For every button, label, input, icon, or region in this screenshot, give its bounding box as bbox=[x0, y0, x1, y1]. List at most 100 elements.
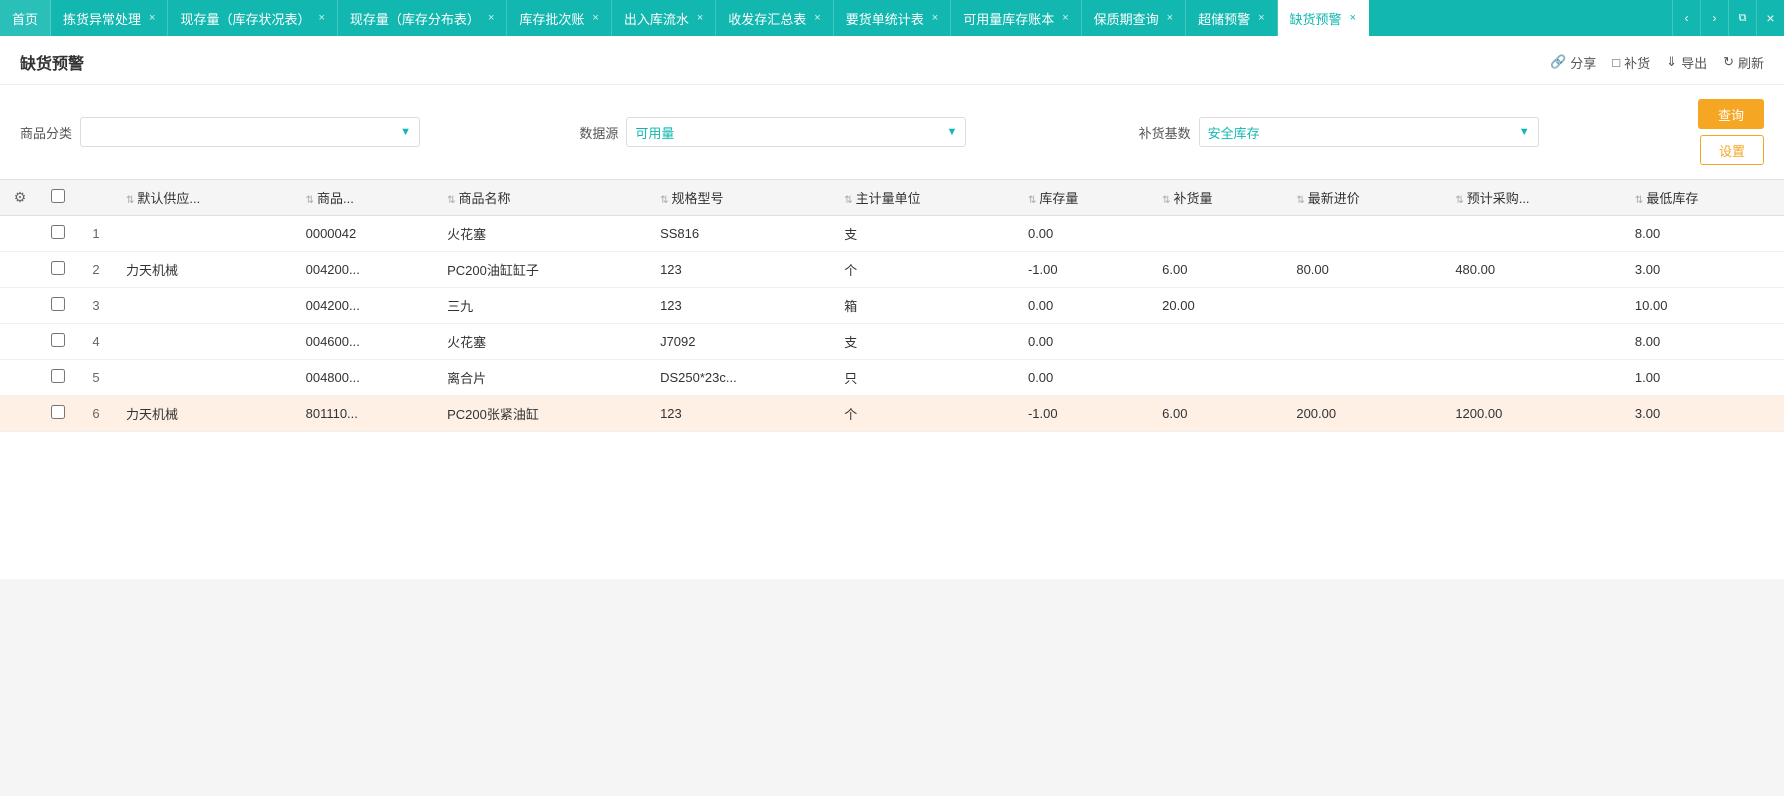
row-replenish-0 bbox=[1152, 216, 1286, 252]
row-stock-4: 0.00 bbox=[1018, 360, 1152, 396]
nav-tab-0[interactable]: 首页 bbox=[0, 0, 51, 36]
datasource-select[interactable]: 可用量 ▼ bbox=[626, 117, 966, 147]
nav-tab-close-icon[interactable]: × bbox=[1167, 12, 1173, 24]
nav-restore-btn[interactable]: ⧉ bbox=[1728, 0, 1756, 36]
nav-tab-1[interactable]: 拣货异常处理× bbox=[51, 0, 168, 36]
table-row: 4 004600... 火花塞 J7092 支 0.00 8.00 bbox=[0, 324, 1784, 360]
col-spec-header[interactable]: ⇅规格型号 bbox=[650, 180, 834, 216]
nav-tab-label: 超储预警 bbox=[1198, 9, 1250, 28]
col-est-purchase-header[interactable]: ⇅预计采购... bbox=[1445, 180, 1625, 216]
table-row: 6 力天机械 801110... PC200张紧油缸 123 个 -1.00 6… bbox=[0, 396, 1784, 432]
row-latest-price-4 bbox=[1286, 360, 1445, 396]
nav-tab-9[interactable]: 保质期查询 × bbox=[1082, 0, 1186, 36]
page-header: 缺货预警 🔗 分享 □ 补货 ⇓ 导出 ↻ 刷新 bbox=[0, 36, 1784, 85]
col-unit-header[interactable]: ⇅主计量单位 bbox=[834, 180, 1018, 216]
row-checkbox-col-4 bbox=[40, 360, 76, 396]
col-replenish-qty-header[interactable]: ⇅补货量 bbox=[1152, 180, 1286, 216]
nav-tab-close-icon[interactable]: × bbox=[1350, 12, 1356, 24]
row-gear-3 bbox=[0, 324, 40, 360]
category-label: 商品分类 bbox=[20, 123, 72, 142]
nav-tab-8[interactable]: 可用量库存账本× bbox=[951, 0, 1081, 36]
export-button[interactable]: ⇓ 导出 bbox=[1666, 53, 1707, 72]
nav-tab-3[interactable]: 现存量（库存分布表） × bbox=[338, 0, 507, 36]
refresh-button[interactable]: ↻ 刷新 bbox=[1723, 53, 1764, 72]
settings-button[interactable]: 设置 bbox=[1700, 135, 1764, 165]
nav-tab-6[interactable]: 收发存汇总表× bbox=[716, 0, 833, 36]
row-name-2: 三九 bbox=[437, 288, 650, 324]
row-est-purchase-5: 1200.00 bbox=[1445, 396, 1625, 432]
row-checkbox-0[interactable] bbox=[51, 225, 65, 239]
col-rownum-header bbox=[76, 180, 116, 216]
nav-tab-10[interactable]: 超储预警 × bbox=[1186, 0, 1277, 36]
row-replenish-1: 6.00 bbox=[1152, 252, 1286, 288]
row-num-5: 6 bbox=[76, 396, 116, 432]
nav-close-btn[interactable]: × bbox=[1756, 0, 1784, 36]
row-replenish-2: 20.00 bbox=[1152, 288, 1286, 324]
row-checkbox-2[interactable] bbox=[51, 297, 65, 311]
col-product-name-header[interactable]: ⇅商品名称 bbox=[437, 180, 650, 216]
select-all-checkbox[interactable] bbox=[51, 189, 65, 203]
row-name-5: PC200张紧油缸 bbox=[437, 396, 650, 432]
row-stock-3: 0.00 bbox=[1018, 324, 1152, 360]
row-stock-5: -1.00 bbox=[1018, 396, 1152, 432]
query-button[interactable]: 查询 bbox=[1698, 99, 1764, 129]
row-checkbox-5[interactable] bbox=[51, 405, 65, 419]
row-num-4: 5 bbox=[76, 360, 116, 396]
nav-prev-arrow[interactable]: ‹ bbox=[1672, 0, 1700, 36]
col-latest-price-header[interactable]: ⇅最新进价 bbox=[1286, 180, 1445, 216]
data-table: ⚙ ⇅默认供应... ⇅商品... ⇅商品名称 bbox=[0, 179, 1784, 432]
nav-tab-label: 要货单统计表 bbox=[846, 9, 924, 28]
col-min-stock-header[interactable]: ⇅最低库存 bbox=[1625, 180, 1784, 216]
nav-tab-close-icon[interactable]: × bbox=[318, 12, 324, 24]
replenish-button[interactable]: □ 补货 bbox=[1612, 53, 1650, 72]
nav-tab-label: 现存量（库存状况表） bbox=[180, 9, 310, 28]
nav-tab-4[interactable]: 库存批次账× bbox=[507, 0, 611, 36]
replenish-base-select[interactable]: 安全库存 ▼ bbox=[1199, 117, 1539, 147]
row-num-3: 4 bbox=[76, 324, 116, 360]
table-row: 1 0000042 火花塞 SS816 支 0.00 8.00 bbox=[0, 216, 1784, 252]
row-code-3: 004600... bbox=[296, 324, 437, 360]
replenish-icon: □ bbox=[1612, 55, 1620, 70]
row-checkbox-4[interactable] bbox=[51, 369, 65, 383]
top-nav: 首页拣货异常处理×现存量（库存状况表）×现存量（库存分布表）×库存批次账×出入库… bbox=[0, 0, 1784, 36]
row-min-stock-1: 3.00 bbox=[1625, 252, 1784, 288]
nav-tab-close-icon[interactable]: × bbox=[932, 12, 938, 24]
nav-tab-2[interactable]: 现存量（库存状况表） × bbox=[168, 0, 337, 36]
nav-tab-close-icon[interactable]: × bbox=[149, 12, 155, 24]
main-content: 缺货预警 🔗 分享 □ 补货 ⇓ 导出 ↻ 刷新 商品分类 bbox=[0, 36, 1784, 579]
nav-tab-label: 保质期查询 bbox=[1094, 9, 1159, 28]
row-checkbox-3[interactable] bbox=[51, 333, 65, 347]
row-unit-5: 个 bbox=[834, 396, 1018, 432]
col-default-supplier-header[interactable]: ⇅默认供应... bbox=[116, 180, 296, 216]
row-unit-1: 个 bbox=[834, 252, 1018, 288]
nav-tab-11[interactable]: 缺货预警× bbox=[1278, 0, 1369, 36]
row-spec-2: 123 bbox=[650, 288, 834, 324]
nav-tab-5[interactable]: 出入库流水× bbox=[612, 0, 716, 36]
gear-icon[interactable]: ⚙ bbox=[14, 189, 27, 205]
nav-tab-label: 现存量（库存分布表） bbox=[350, 9, 480, 28]
row-spec-4: DS250*23c... bbox=[650, 360, 834, 396]
col-stock-qty-header[interactable]: ⇅库存量 bbox=[1018, 180, 1152, 216]
nav-tab-close-icon[interactable]: × bbox=[488, 12, 494, 24]
replenish-base-value: 安全库存 bbox=[1208, 123, 1260, 142]
row-gear-4 bbox=[0, 360, 40, 396]
share-icon: 🔗 bbox=[1550, 54, 1566, 70]
table-row: 2 力天机械 004200... PC200油缸缸子 123 个 -1.00 6… bbox=[0, 252, 1784, 288]
datasource-label: 数据源 bbox=[579, 123, 618, 142]
replenish-base-label: 补货基数 bbox=[1139, 123, 1191, 142]
row-spec-3: J7092 bbox=[650, 324, 834, 360]
row-checkbox-1[interactable] bbox=[51, 261, 65, 275]
nav-tab-close-icon[interactable]: × bbox=[592, 12, 598, 24]
nav-tab-close-icon[interactable]: × bbox=[697, 12, 703, 24]
category-select[interactable]: ▼ bbox=[80, 117, 420, 147]
nav-next-arrow[interactable]: › bbox=[1700, 0, 1728, 36]
row-est-purchase-4 bbox=[1445, 360, 1625, 396]
nav-tab-close-icon[interactable]: × bbox=[1258, 12, 1264, 24]
nav-tab-close-icon[interactable]: × bbox=[814, 12, 820, 24]
row-min-stock-3: 8.00 bbox=[1625, 324, 1784, 360]
nav-tab-close-icon[interactable]: × bbox=[1062, 12, 1068, 24]
col-product-code-header[interactable]: ⇅商品... bbox=[296, 180, 437, 216]
share-button[interactable]: 🔗 分享 bbox=[1550, 53, 1596, 72]
nav-tab-7[interactable]: 要货单统计表 × bbox=[834, 0, 951, 36]
row-latest-price-2 bbox=[1286, 288, 1445, 324]
